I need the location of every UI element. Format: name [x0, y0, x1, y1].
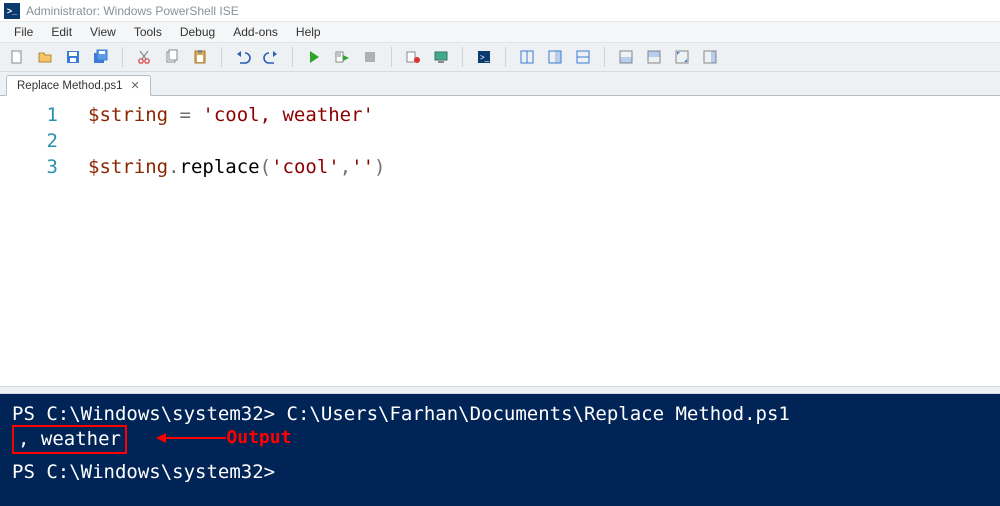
- code-area[interactable]: $string = 'cool, weather' $string.replac…: [70, 96, 1000, 386]
- toolbar-separator: [505, 47, 506, 67]
- tabbar: Replace Method.ps1 ✕: [0, 72, 1000, 96]
- string-token: 'cool': [271, 156, 340, 178]
- annotation-arrow: Output: [156, 426, 291, 450]
- command-addon-icon[interactable]: [699, 46, 721, 68]
- copy-icon[interactable]: [161, 46, 183, 68]
- output-highlight-box: , weather: [12, 425, 127, 454]
- variable-token: $string: [88, 156, 168, 178]
- method-token: replace: [180, 156, 260, 178]
- new-file-icon[interactable]: [6, 46, 28, 68]
- comma-token: ,: [340, 156, 351, 178]
- prompt: PS C:\Windows\system32>: [12, 461, 275, 483]
- toolbar-separator: [462, 47, 463, 67]
- console-line: PS C:\Windows\system32> C:\Users\Farhan\…: [12, 402, 988, 426]
- menu-debug[interactable]: Debug: [172, 23, 223, 41]
- fullscreen-icon[interactable]: [671, 46, 693, 68]
- script-editor[interactable]: 1 2 3 $string = 'cool, weather' $string.…: [0, 96, 1000, 386]
- close-icon[interactable]: ✕: [128, 79, 141, 92]
- line-number: 1: [0, 102, 58, 128]
- paren-token: ): [374, 156, 385, 178]
- pane-layout-icon[interactable]: [572, 46, 594, 68]
- line-number: 2: [0, 128, 58, 154]
- remote-icon[interactable]: [430, 46, 452, 68]
- menu-view[interactable]: View: [82, 23, 124, 41]
- run-icon[interactable]: [303, 46, 325, 68]
- collapse-icon[interactable]: [615, 46, 637, 68]
- toolbar-separator: [221, 47, 222, 67]
- menu-edit[interactable]: Edit: [43, 23, 80, 41]
- save-icon[interactable]: [62, 46, 84, 68]
- code-line: $string = 'cool, weather': [88, 102, 1000, 128]
- toolbar-separator: [292, 47, 293, 67]
- console-pane[interactable]: PS C:\Windows\system32> C:\Users\Farhan\…: [0, 394, 1000, 506]
- powershell-app-icon: >_: [4, 3, 20, 19]
- tab-title: Replace Method.ps1: [17, 80, 122, 92]
- powershell-console-icon[interactable]: >_: [473, 46, 495, 68]
- menu-help[interactable]: Help: [288, 23, 329, 41]
- menubar: File Edit View Tools Debug Add-ons Help: [0, 22, 1000, 42]
- console-command: C:\Users\Farhan\Documents\Replace Method…: [287, 403, 790, 425]
- toolbar: >_: [0, 42, 1000, 72]
- code-line: [88, 128, 1000, 154]
- redo-icon[interactable]: [260, 46, 282, 68]
- paren-token: (: [260, 156, 271, 178]
- toolbar-separator: [122, 47, 123, 67]
- menu-file[interactable]: File: [6, 23, 41, 41]
- line-number: 3: [0, 154, 58, 180]
- line-gutter: 1 2 3: [0, 96, 70, 386]
- save-all-icon[interactable]: [90, 46, 112, 68]
- console-output: , weather: [18, 428, 121, 450]
- menu-addons[interactable]: Add-ons: [225, 23, 286, 41]
- toolbar-separator: [391, 47, 392, 67]
- run-selection-icon[interactable]: [331, 46, 353, 68]
- expand-icon[interactable]: [643, 46, 665, 68]
- svg-text:>_: >_: [480, 53, 490, 62]
- splitter[interactable]: [0, 386, 1000, 394]
- titlebar: >_ Administrator: Windows PowerShell ISE: [0, 0, 1000, 22]
- script-tab[interactable]: Replace Method.ps1 ✕: [6, 75, 151, 96]
- annotation-label: Output: [226, 426, 291, 450]
- stop-icon[interactable]: [359, 46, 381, 68]
- console-line: PS C:\Windows\system32>: [12, 460, 988, 484]
- variable-token: $string: [88, 104, 168, 126]
- string-token: 'cool, weather': [202, 104, 374, 126]
- undo-icon[interactable]: [232, 46, 254, 68]
- code-line: $string.replace('cool',''): [88, 154, 1000, 180]
- window-title: Administrator: Windows PowerShell ISE: [26, 4, 239, 18]
- operator-token: =: [168, 104, 202, 126]
- menu-tools[interactable]: Tools: [126, 23, 170, 41]
- string-token: '': [351, 156, 374, 178]
- prompt: PS C:\Windows\system32>: [12, 403, 287, 425]
- open-file-icon[interactable]: [34, 46, 56, 68]
- pane-layout-icon[interactable]: [544, 46, 566, 68]
- cut-icon[interactable]: [133, 46, 155, 68]
- console-output-line: , weather Output: [12, 426, 988, 454]
- paste-icon[interactable]: [189, 46, 211, 68]
- dot-token: .: [168, 156, 179, 178]
- toolbar-separator: [604, 47, 605, 67]
- pane-layout-icon[interactable]: [516, 46, 538, 68]
- breakpoint-icon[interactable]: [402, 46, 424, 68]
